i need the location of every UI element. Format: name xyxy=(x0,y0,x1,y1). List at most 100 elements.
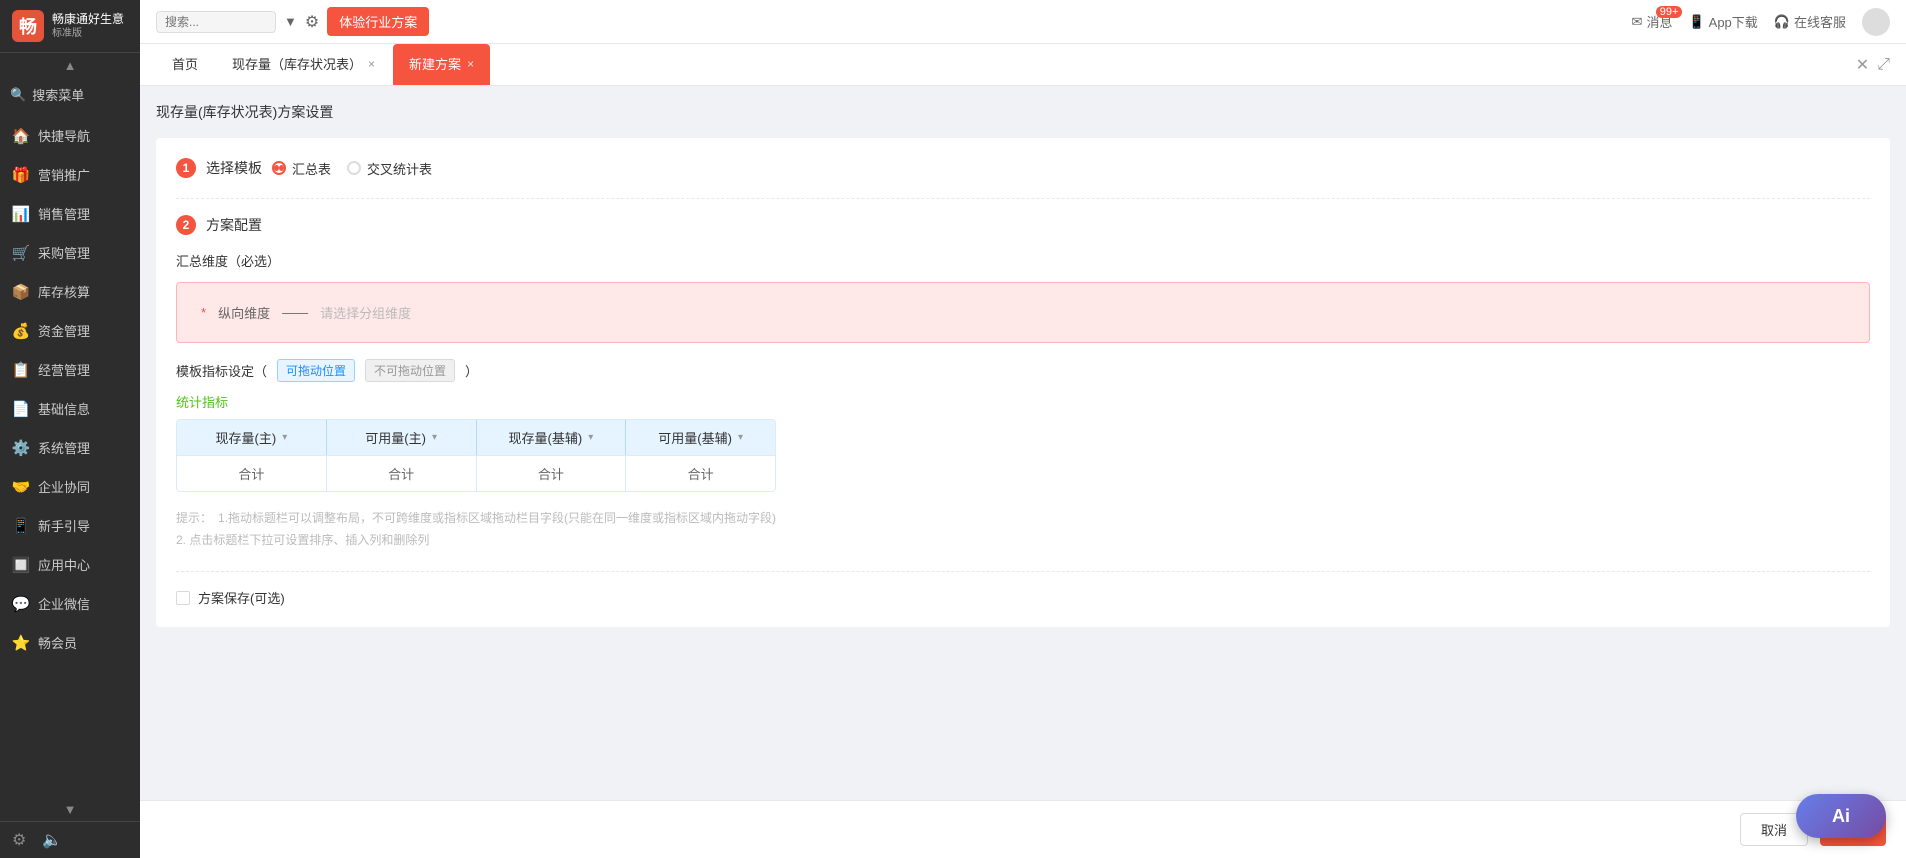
sidebar: 畅 畅康通好生意 标准版 ▲ 🔍 搜索菜单 🏠 快捷导航 🎁 营销推广 📊 销售… xyxy=(0,0,140,858)
stats-col-3[interactable]: 可用量(基辅) ▾ xyxy=(626,420,775,455)
clipboard-icon: 📋 xyxy=(12,361,30,379)
settings-footer-icon[interactable]: ⚙ xyxy=(12,830,26,850)
sidebar-item-wechat[interactable]: 💬 企业微信 xyxy=(0,584,140,623)
chat-icon: 💬 xyxy=(12,595,30,613)
col2-dropdown-icon[interactable]: ▾ xyxy=(588,432,593,443)
page-title: 现存量(库存状况表)方案设置 xyxy=(156,102,1890,122)
stats-table: 现存量(主) ▾ 可用量(主) ▾ 现存量(基辅) ▾ 可用量(基辅) xyxy=(176,419,776,492)
template-indicator-label: 模板指标设定（ 可拖动位置 不可拖动位置 ） xyxy=(176,359,1870,382)
sidebar-item-operations[interactable]: 📋 经营管理 xyxy=(0,350,140,389)
tips-section: 提示： 1.拖动标题栏可以调整布局，不可跨维度或指标区域拖动栏目字段(只能在同一… xyxy=(176,508,1870,551)
non-draggable-badge: 不可拖动位置 xyxy=(365,359,455,382)
step1-title: 选择模板 xyxy=(206,158,262,178)
tip-row-2: 2. 点击标题栏下拉可设置排序、插入列和删除列 xyxy=(176,530,1870,552)
stats-header-row: 现存量(主) ▾ 可用量(主) ▾ 现存量(基辅) ▾ 可用量(基辅) xyxy=(177,420,775,455)
sidebar-item-system[interactable]: ⚙️ 系统管理 xyxy=(0,428,140,467)
step1-section: 1 选择模板 汇总表 交叉统计表 xyxy=(176,158,1870,178)
vertical-dim-label: 纵向维度 xyxy=(218,303,270,322)
messages-button[interactable]: ✉ 消息 99+ xyxy=(1632,12,1673,31)
tip-row-1: 提示： 1.拖动标题栏可以调整布局，不可跨维度或指标区域拖动栏目字段(只能在同一… xyxy=(176,508,1870,530)
topbar: ▼ ⚙ 体验行业方案 ✉ 消息 99+ 📱 App下载 🎧 在线客服 xyxy=(140,0,1906,44)
topbar-right: ✉ 消息 99+ 📱 App下载 🎧 在线客服 xyxy=(1632,8,1890,36)
required-marker: * xyxy=(201,305,206,320)
volume-footer-icon[interactable]: 🔈 xyxy=(42,830,62,850)
col3-dropdown-icon[interactable]: ▾ xyxy=(738,432,743,443)
dimension-row: * 纵向维度 —— 请选择分组维度 xyxy=(201,303,1845,322)
radio-cross[interactable]: 交叉统计表 xyxy=(347,159,432,178)
dim-placeholder-text: 请选择分组维度 xyxy=(320,303,411,322)
step2-title: 方案配置 xyxy=(206,215,262,235)
doc-icon: 📄 xyxy=(12,400,30,418)
money-icon: 💰 xyxy=(12,322,30,340)
cart-icon: 🛒 xyxy=(12,244,30,262)
sidebar-item-marketing[interactable]: 🎁 营销推广 xyxy=(0,155,140,194)
stats-col-2[interactable]: 现存量(基辅) ▾ xyxy=(477,420,627,455)
search-menu-item[interactable]: 🔍 搜索菜单 xyxy=(0,77,140,112)
handshake-icon: 🤝 xyxy=(12,478,30,496)
ai-bubble[interactable]: Ai xyxy=(1796,794,1886,838)
stats-col-0[interactable]: 现存量(主) ▾ xyxy=(177,420,327,455)
app-download-button[interactable]: 📱 App下载 xyxy=(1688,12,1757,31)
sidebar-item-quick-nav[interactable]: 🏠 快捷导航 xyxy=(0,116,140,155)
draggable-badge: 可拖动位置 xyxy=(277,359,355,382)
sidebar-item-enterprise[interactable]: 🤝 企业协同 xyxy=(0,467,140,506)
gift-icon: 🎁 xyxy=(12,166,30,184)
radio-summary[interactable]: 汇总表 xyxy=(272,159,331,178)
sidebar-item-basic-info[interactable]: 📄 基础信息 xyxy=(0,389,140,428)
tab-new-plan-close-icon[interactable]: × xyxy=(467,57,474,71)
stats-data-2: 合计 xyxy=(477,456,627,491)
sidebar-logo: 畅 畅康通好生意 标准版 xyxy=(0,0,140,53)
gear-icon: ⚙️ xyxy=(12,439,30,457)
star-icon: ⭐ xyxy=(12,634,30,652)
step1-header: 1 选择模板 汇总表 交叉统计表 xyxy=(176,158,1870,178)
sidebar-item-finance[interactable]: 💰 资金管理 xyxy=(0,311,140,350)
template-radio-group: 汇总表 交叉统计表 xyxy=(272,159,432,178)
topbar-dropdown-icon[interactable]: ▼ xyxy=(284,14,297,29)
stats-data-0: 合计 xyxy=(177,456,327,491)
message-icon: ✉ xyxy=(1632,14,1643,30)
app-logo-icon: 畅 xyxy=(12,10,44,42)
user-avatar[interactable] xyxy=(1862,8,1890,36)
sidebar-item-app-center[interactable]: 🔲 应用中心 xyxy=(0,545,140,584)
stats-section-title: 统计指标 xyxy=(176,392,1870,411)
phone-icon: 📱 xyxy=(12,517,30,535)
home-icon: 🏠 xyxy=(12,127,30,145)
tabs-right-controls: ✕ ⤢ xyxy=(1856,55,1890,75)
box-icon: 📦 xyxy=(12,283,30,301)
tab-inventory[interactable]: 现存量（库存状况表） × xyxy=(216,44,391,85)
sidebar-item-purchase[interactable]: 🛒 采购管理 xyxy=(0,233,140,272)
dimension-area[interactable]: * 纵向维度 —— 请选择分组维度 xyxy=(176,282,1870,343)
sidebar-nav: 🏠 快捷导航 🎁 营销推广 📊 销售管理 🛒 采购管理 📦 库存核算 💰 资金管… xyxy=(0,112,140,797)
tab-inventory-close-icon[interactable]: × xyxy=(368,57,375,71)
sidebar-scroll-up[interactable]: ▲ xyxy=(0,53,140,77)
tab-expand-icon[interactable]: ⤢ xyxy=(1877,56,1890,74)
save-option-label[interactable]: 方案保存(可选) xyxy=(176,588,1870,607)
tab-new-plan[interactable]: 新建方案 × xyxy=(393,44,490,85)
sidebar-item-sales[interactable]: 📊 销售管理 xyxy=(0,194,140,233)
dim-label: 汇总维度（必选） xyxy=(176,251,1870,270)
save-checkbox[interactable] xyxy=(176,591,190,605)
stats-col-1[interactable]: 可用量(主) ▾ xyxy=(327,420,477,455)
topbar-gear-icon[interactable]: ⚙ xyxy=(305,12,319,32)
sidebar-item-inventory[interactable]: 📦 库存核算 xyxy=(0,272,140,311)
breadcrumb-input[interactable] xyxy=(156,11,276,33)
radio-summary-circle xyxy=(272,161,286,175)
tab-close-all-icon[interactable]: ✕ xyxy=(1856,55,1869,75)
industry-plan-button[interactable]: 体验行业方案 xyxy=(327,7,429,36)
radio-cross-circle xyxy=(347,161,361,175)
divider1 xyxy=(176,198,1870,199)
col0-dropdown-icon[interactable]: ▾ xyxy=(282,432,287,443)
main-content: ▼ ⚙ 体验行业方案 ✉ 消息 99+ 📱 App下载 🎧 在线客服 首页 xyxy=(140,0,1906,858)
step1-badge: 1 xyxy=(176,158,196,178)
divider2 xyxy=(176,571,1870,572)
tab-home[interactable]: 首页 xyxy=(156,44,214,85)
settings-card: 1 选择模板 汇总表 交叉统计表 xyxy=(156,138,1890,627)
sidebar-item-guide[interactable]: 📱 新手引导 xyxy=(0,506,140,545)
col1-dropdown-icon[interactable]: ▾ xyxy=(432,432,437,443)
online-service-button[interactable]: 🎧 在线客服 xyxy=(1774,12,1846,31)
sidebar-scroll-down[interactable]: ▼ xyxy=(0,797,140,821)
step2-badge: 2 xyxy=(176,215,196,235)
stats-data-row: 合计 合计 合计 合计 xyxy=(177,455,775,491)
sidebar-item-member[interactable]: ⭐ 畅会员 xyxy=(0,623,140,662)
grid-icon: 🔲 xyxy=(12,556,30,574)
